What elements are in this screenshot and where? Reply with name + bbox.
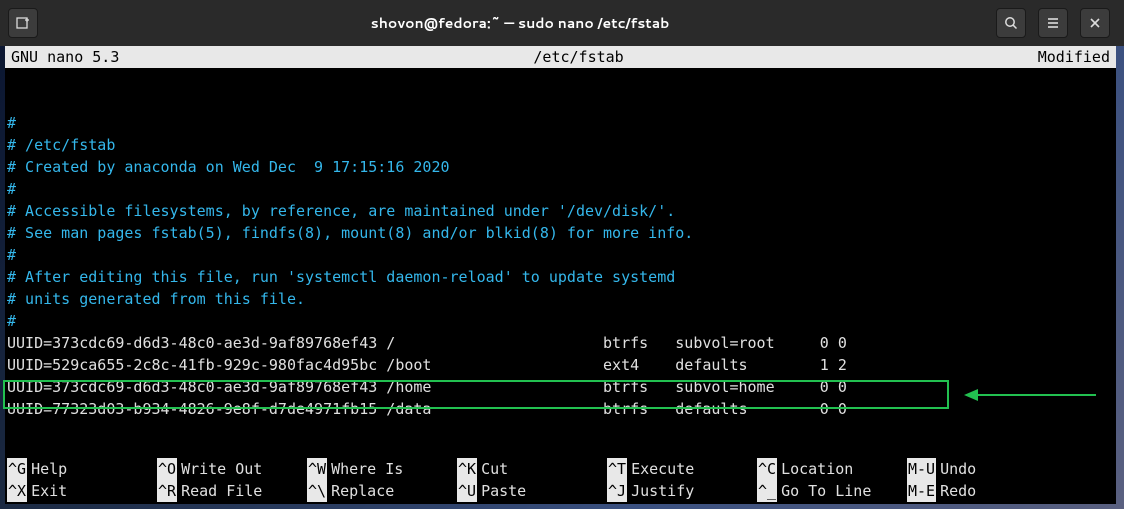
nano-file: /etc/fstab bbox=[119, 46, 1037, 68]
editor-content[interactable]: # # /etc/fstab # Created by anaconda on … bbox=[5, 68, 1116, 420]
close-icon bbox=[1088, 16, 1102, 30]
comment-line: # bbox=[7, 312, 16, 330]
shortcut-gotoline: ^_Go To Line bbox=[757, 480, 907, 502]
shortcut-readfile: ^RRead File bbox=[157, 480, 307, 502]
comment-line: # bbox=[7, 180, 16, 198]
search-button[interactable] bbox=[996, 8, 1026, 38]
new-tab-button[interactable] bbox=[8, 8, 38, 38]
shortcut-help: ^GHelp bbox=[7, 458, 157, 480]
comment-line: # bbox=[7, 246, 16, 264]
shortcut-redo: M-ERedo bbox=[907, 480, 1057, 502]
menu-button[interactable] bbox=[1038, 8, 1068, 38]
fstab-entry: UUID=529ca655-2c8c-41fb-929c-980fac4d95b… bbox=[7, 356, 847, 374]
nano-header: GNU nano 5.3 /etc/fstab Modified bbox=[5, 46, 1116, 68]
window-titlebar: shovon@fedora:~ — sudo nano /etc/fstab bbox=[0, 0, 1124, 46]
shortcut-justify: ^JJustify bbox=[607, 480, 757, 502]
shortcut-execute: ^TExecute bbox=[607, 458, 757, 480]
nano-status: Modified bbox=[1038, 46, 1110, 68]
fstab-entry: UUID=373cdc69-d6d3-48c0-ae3d-9af89768ef4… bbox=[7, 378, 847, 396]
nano-shortcuts: ^GHelp ^OWrite Out ^WWhere Is ^KCut ^TEx… bbox=[5, 458, 1116, 504]
fstab-entry: UUID=373cdc69-d6d3-48c0-ae3d-9af89768ef4… bbox=[7, 334, 847, 352]
shortcut-paste: ^UPaste bbox=[457, 480, 607, 502]
shortcut-writeout: ^OWrite Out bbox=[157, 458, 307, 480]
window-title: shovon@fedora:~ — sudo nano /etc/fstab bbox=[44, 13, 996, 33]
comment-line: # Accessible filesystems, by reference, … bbox=[7, 202, 675, 220]
menu-icon bbox=[1045, 15, 1061, 31]
terminal-area[interactable]: GNU nano 5.3 /etc/fstab Modified # # /et… bbox=[5, 46, 1116, 504]
shortcut-exit: ^XExit bbox=[7, 480, 157, 502]
comment-line: # Created by anaconda on Wed Dec 9 17:15… bbox=[7, 158, 450, 176]
fstab-entry: UUID=77323d03-b934-4826-9e8f-d7de4971fb1… bbox=[7, 400, 847, 418]
comment-line: # /etc/fstab bbox=[7, 136, 115, 154]
shortcut-replace: ^\Replace bbox=[307, 480, 457, 502]
comment-line: # units generated from this file. bbox=[7, 290, 305, 308]
search-icon bbox=[1003, 15, 1019, 31]
shortcut-row: ^XExit ^RRead File ^\Replace ^UPaste ^JJ… bbox=[7, 480, 1114, 502]
shortcut-whereis: ^WWhere Is bbox=[307, 458, 457, 480]
shortcut-location: ^CLocation bbox=[757, 458, 907, 480]
nano-version: GNU nano 5.3 bbox=[11, 46, 119, 68]
shortcut-undo: M-UUndo bbox=[907, 458, 1057, 480]
comment-line: # See man pages fstab(5), findfs(8), mou… bbox=[7, 224, 693, 242]
shortcut-row: ^GHelp ^OWrite Out ^WWhere Is ^KCut ^TEx… bbox=[7, 458, 1114, 480]
close-button[interactable] bbox=[1080, 8, 1110, 38]
shortcut-cut: ^KCut bbox=[457, 458, 607, 480]
new-tab-icon bbox=[15, 15, 31, 31]
comment-line: # bbox=[7, 114, 16, 132]
comment-line: # After editing this file, run 'systemct… bbox=[7, 268, 675, 286]
